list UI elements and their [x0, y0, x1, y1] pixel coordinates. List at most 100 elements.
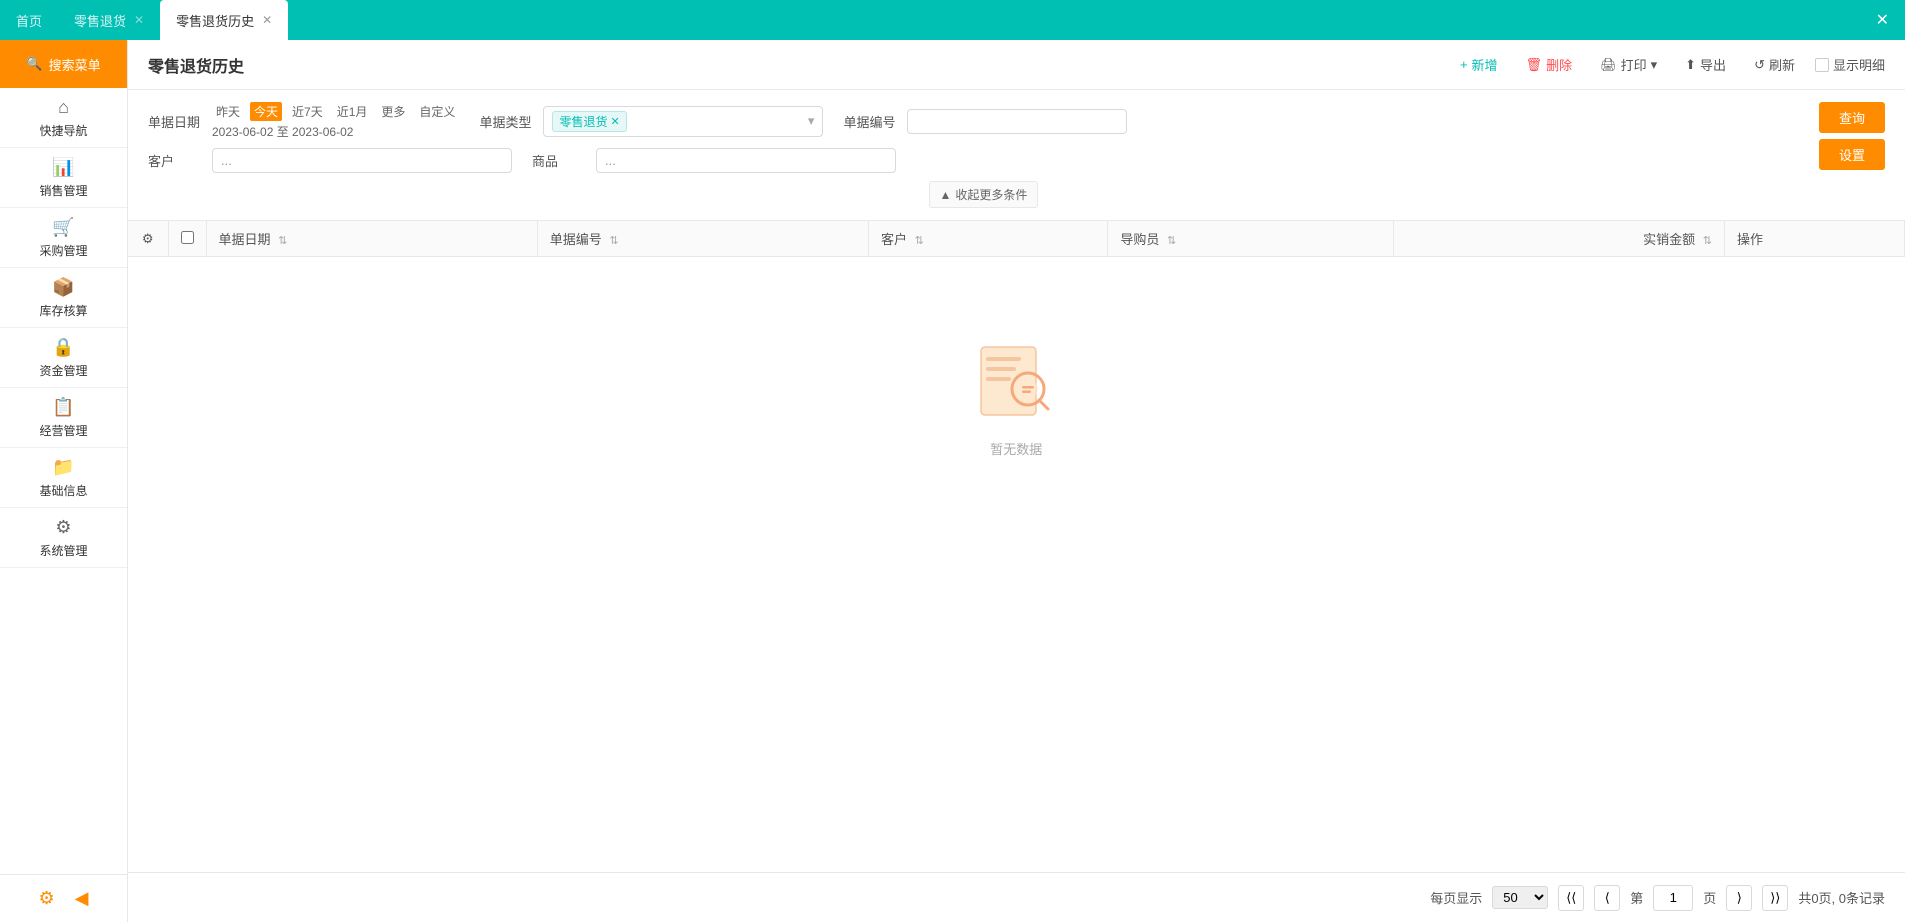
- tab-home-label: 首页: [16, 11, 42, 30]
- sidebar-item-operations-label: 经营管理: [39, 422, 87, 439]
- print-icon: 🖨: [1600, 57, 1617, 73]
- tab-retail-return-history-close[interactable]: ✕: [262, 13, 272, 27]
- window-close-icon[interactable]: ✕: [1876, 10, 1905, 30]
- col-date-sort-icon: ⇅: [278, 235, 287, 247]
- print-chevron-icon: ▾: [1651, 57, 1658, 73]
- col-amount-label: 实销金额: [1643, 232, 1695, 247]
- col-amount[interactable]: 实销金额 ⇅: [1393, 221, 1724, 257]
- show-detail-toggle[interactable]: 显示明细: [1815, 55, 1885, 74]
- sidebar-bottom: ⚙ ◀: [0, 874, 127, 922]
- filter-right-actions: 查询 设置: [1819, 102, 1885, 170]
- new-icon: +: [1460, 57, 1468, 72]
- filter-rows-wrap: 单据日期 昨天 今天 近7天 近1月 更多 自定义 2: [148, 102, 1885, 208]
- col-date[interactable]: 单据日期 ⇅: [206, 221, 537, 257]
- date-range-display: 2023-06-02 至 2023-06-02: [212, 123, 459, 140]
- tab-retail-return-close[interactable]: ✕: [134, 13, 144, 27]
- col-amount-sort-icon: ⇅: [1703, 235, 1712, 247]
- type-filter: 单据类型 零售退货 ✕ ▾: [479, 106, 823, 137]
- new-label: 新增: [1472, 55, 1498, 74]
- col-settings[interactable]: ⚙: [128, 221, 168, 257]
- print-button[interactable]: 🖨 打印 ▾: [1592, 51, 1665, 78]
- refresh-button[interactable]: ↺ 刷新: [1746, 51, 1803, 78]
- collapse-button[interactable]: ▲ 收起更多条件: [929, 181, 1039, 208]
- col-guide-label: 导购员: [1120, 232, 1159, 247]
- base-info-icon: 📁: [52, 457, 74, 478]
- settings-bottom-icon[interactable]: ⚙: [39, 888, 55, 909]
- date-shortcut-today[interactable]: 今天: [250, 102, 282, 121]
- export-button[interactable]: ⬆ 导出: [1677, 51, 1734, 78]
- delete-icon: 🗑: [1526, 57, 1543, 73]
- finance-icon: 🔒: [52, 337, 74, 358]
- print-label: 打印: [1621, 55, 1647, 74]
- date-shortcuts: 昨天 今天 近7天 近1月 更多 自定义: [212, 102, 459, 121]
- operations-icon: 📋: [52, 397, 74, 418]
- tab-retail-return-history[interactable]: 零售退货历史 ✕: [160, 0, 288, 40]
- sidebar-item-base-info-label: 基础信息: [39, 482, 87, 499]
- sidebar-item-purchase-mgmt[interactable]: 🛒 采购管理: [0, 208, 127, 268]
- page-first-btn[interactable]: ⟨⟨: [1558, 885, 1584, 911]
- delete-button[interactable]: 🗑 删除: [1518, 51, 1581, 78]
- page-last-btn[interactable]: ⟩⟩: [1762, 885, 1788, 911]
- select-all-checkbox[interactable]: [181, 231, 194, 244]
- sidebar-item-quick-nav-label: 快捷导航: [39, 122, 87, 139]
- sidebar-item-operations[interactable]: 📋 经营管理: [0, 388, 127, 448]
- settings-button[interactable]: 设置: [1819, 139, 1885, 170]
- number-filter-label: 单据编号: [843, 112, 899, 131]
- show-detail-checkbox[interactable]: [1815, 58, 1829, 72]
- filter-main: 单据日期 昨天 今天 近7天 近1月 更多 自定义 2: [148, 102, 1819, 208]
- col-guide[interactable]: 导购员 ⇅: [1108, 221, 1393, 257]
- new-button[interactable]: + 新增: [1452, 51, 1506, 78]
- page-prev-btn[interactable]: ⟨: [1594, 885, 1620, 911]
- sidebar-item-purchase-mgmt-label: 采购管理: [39, 242, 87, 259]
- date-shortcut-more[interactable]: 更多: [377, 102, 409, 121]
- type-select-chevron: ▾: [808, 113, 815, 129]
- number-filter-input[interactable]: [907, 109, 1127, 134]
- col-customer-sort-icon: ⇅: [915, 235, 924, 247]
- collapse-sidebar-icon[interactable]: ◀: [75, 888, 89, 909]
- col-number[interactable]: 单据编号 ⇅: [537, 221, 868, 257]
- type-tag-close[interactable]: ✕: [610, 115, 619, 128]
- customer-filter-label: 客户: [148, 151, 204, 170]
- date-shortcut-7days[interactable]: 近7天: [288, 102, 327, 121]
- col-number-sort-icon: ⇅: [609, 235, 618, 247]
- sidebar-item-finance[interactable]: 🔒 资金管理: [0, 328, 127, 388]
- type-filter-select[interactable]: 零售退货 ✕ ▾: [543, 106, 823, 137]
- search-menu-btn[interactable]: 🔍 搜索菜单: [0, 40, 127, 88]
- col-action-label: 操作: [1737, 232, 1763, 247]
- tab-retail-return-label: 零售退货: [74, 11, 126, 30]
- goods-placeholder: ...: [605, 153, 616, 168]
- sidebar-item-base-info[interactable]: 📁 基础信息: [0, 448, 127, 508]
- inventory-icon: 📦: [52, 277, 74, 298]
- col-customer[interactable]: 客户 ⇅: [868, 221, 1107, 257]
- customer-placeholder: ...: [221, 153, 232, 168]
- sidebar-item-sys-mgmt[interactable]: ⚙ 系统管理: [0, 508, 127, 568]
- sidebar-item-sales-mgmt-label: 销售管理: [39, 182, 87, 199]
- page-number-input[interactable]: [1653, 885, 1693, 911]
- search-menu-label: 搜索菜单: [49, 55, 101, 74]
- date-shortcut-1month[interactable]: 近1月: [333, 102, 372, 121]
- refresh-label: 刷新: [1769, 55, 1795, 74]
- tab-retail-return-history-label: 零售退货历史: [176, 11, 254, 30]
- sidebar-item-inventory[interactable]: 📦 库存核算: [0, 268, 127, 328]
- home-icon: ⌂: [58, 97, 69, 118]
- sidebar-item-quick-nav[interactable]: ⌂ 快捷导航: [0, 88, 127, 148]
- empty-state: 暂无数据: [128, 257, 1905, 538]
- page-header: 零售退货历史 + 新增 🗑 删除 🖨 打印 ▾ ⬆ 导出: [128, 40, 1905, 90]
- type-filter-label: 单据类型: [479, 112, 535, 131]
- tab-home[interactable]: 首页: [0, 0, 58, 40]
- show-detail-label-text: 显示明细: [1833, 55, 1885, 74]
- goods-filter-input[interactable]: ...: [596, 148, 896, 173]
- query-button[interactable]: 查询: [1819, 102, 1885, 133]
- date-shortcut-custom[interactable]: 自定义: [415, 102, 459, 121]
- sidebar-item-sales-mgmt[interactable]: 📊 销售管理: [0, 148, 127, 208]
- customer-filter-input[interactable]: ...: [212, 148, 512, 173]
- export-icon: ⬆: [1685, 57, 1696, 73]
- per-page-select[interactable]: 50 100 200: [1492, 886, 1548, 909]
- tab-retail-return[interactable]: 零售退货 ✕: [58, 0, 160, 40]
- col-settings-icon[interactable]: ⚙: [142, 231, 154, 246]
- collapse-text: 收起更多条件: [955, 186, 1027, 203]
- sys-mgmt-icon: ⚙: [55, 517, 71, 538]
- date-shortcut-yesterday[interactable]: 昨天: [212, 102, 244, 121]
- filter-area: 单据日期 昨天 今天 近7天 近1月 更多 自定义 2: [128, 90, 1905, 221]
- page-next-btn[interactable]: ⟩: [1726, 885, 1752, 911]
